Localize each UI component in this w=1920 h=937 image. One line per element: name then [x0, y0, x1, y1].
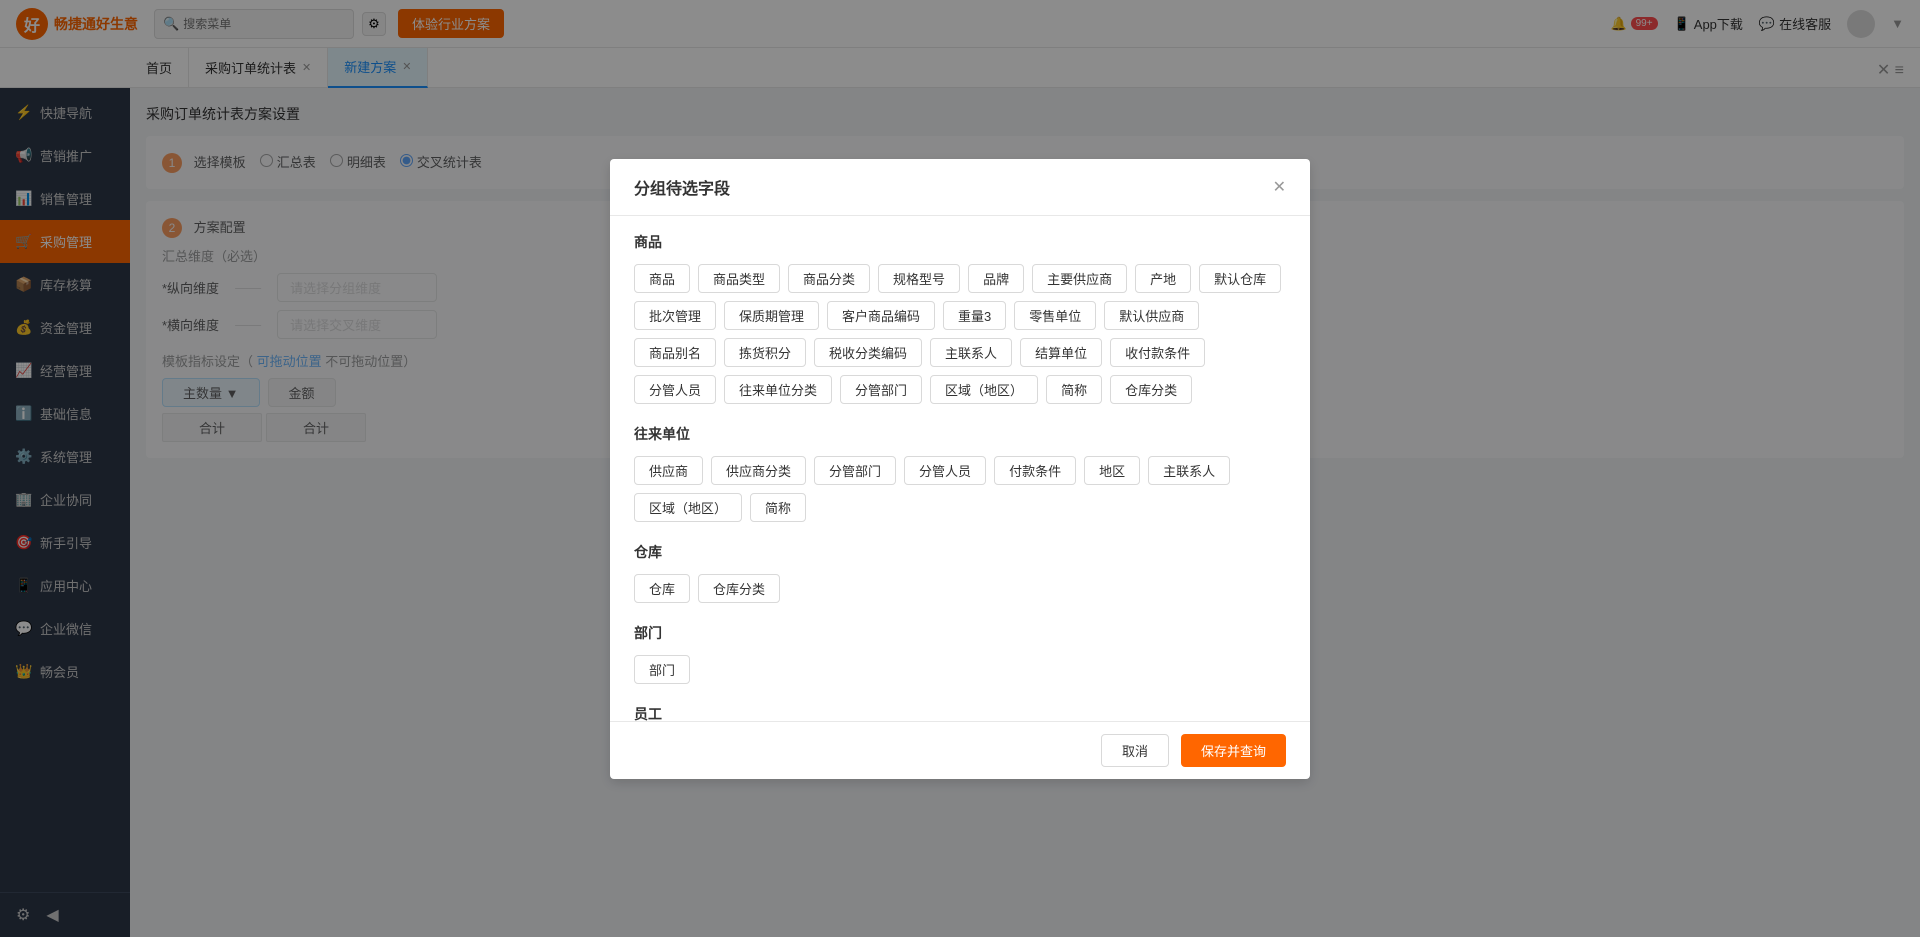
section-title-employee: 员工 [634, 704, 1286, 721]
field-tag-product-10[interactable]: 客户商品编码 [827, 301, 935, 330]
field-tags-product: 商品商品类型商品分类规格型号品牌主要供应商产地默认仓库批次管理保质期管理客户商品… [634, 264, 1286, 404]
field-tag-product-21[interactable]: 往来单位分类 [724, 375, 832, 404]
dialog-close-btn[interactable]: ✕ [1273, 177, 1286, 197]
field-tag-product-3[interactable]: 规格型号 [878, 264, 960, 293]
field-tag-product-20[interactable]: 分管人员 [634, 375, 716, 404]
field-tag-warehouse-0[interactable]: 仓库 [634, 574, 690, 603]
field-tag-product-8[interactable]: 批次管理 [634, 301, 716, 330]
section-title-warehouse: 仓库 [634, 542, 1286, 562]
field-tag-product-14[interactable]: 商品别名 [634, 338, 716, 367]
dialog-header: 分组待选字段 ✕ [610, 159, 1310, 216]
section-title-department: 部门 [634, 623, 1286, 643]
field-tag-product-15[interactable]: 拣货积分 [724, 338, 806, 367]
field-tag-partner-2[interactable]: 分管部门 [814, 456, 896, 485]
field-tags-warehouse: 仓库仓库分类 [634, 574, 1286, 603]
field-tag-partner-3[interactable]: 分管人员 [904, 456, 986, 485]
section-employee: 员工业务员 [634, 704, 1286, 721]
dialog-title: 分组待选字段 [634, 175, 730, 199]
section-title-product: 商品 [634, 232, 1286, 252]
dialog-body: 商品商品商品类型商品分类规格型号品牌主要供应商产地默认仓库批次管理保质期管理客户… [610, 216, 1310, 721]
field-tag-partner-7[interactable]: 区域（地区） [634, 493, 742, 522]
field-tag-product-22[interactable]: 分管部门 [840, 375, 922, 404]
section-partner: 往来单位供应商供应商分类分管部门分管人员付款条件地区主联系人区域（地区） 简称 [634, 424, 1286, 522]
section-product: 商品商品商品类型商品分类规格型号品牌主要供应商产地默认仓库批次管理保质期管理客户… [634, 232, 1286, 404]
field-tag-partner-6[interactable]: 主联系人 [1148, 456, 1230, 485]
field-tag-product-23[interactable]: 区域（地区） [930, 375, 1038, 404]
field-tag-product-7[interactable]: 默认仓库 [1199, 264, 1281, 293]
field-tag-product-17[interactable]: 主联系人 [930, 338, 1012, 367]
field-tag-partner-1[interactable]: 供应商分类 [711, 456, 806, 485]
section-warehouse: 仓库仓库仓库分类 [634, 542, 1286, 603]
overlay: 分组待选字段 ✕ 商品商品商品类型商品分类规格型号品牌主要供应商产地默认仓库批次… [0, 0, 1920, 937]
field-tag-product-5[interactable]: 主要供应商 [1032, 264, 1127, 293]
field-tag-product-16[interactable]: 税收分类编码 [814, 338, 922, 367]
field-tag-product-13[interactable]: 默认供应商 [1104, 301, 1199, 330]
field-tags-department: 部门 [634, 655, 1286, 684]
confirm-button[interactable]: 保存并查询 [1181, 734, 1286, 767]
field-tag-product-19[interactable]: 收付款条件 [1110, 338, 1205, 367]
field-tag-product-24[interactable]: 简称 [1046, 375, 1102, 404]
field-tag-product-25[interactable]: 仓库分类 [1110, 375, 1192, 404]
field-tag-product-0[interactable]: 商品 [634, 264, 690, 293]
field-tag-product-6[interactable]: 产地 [1135, 264, 1191, 293]
field-tags-partner: 供应商供应商分类分管部门分管人员付款条件地区主联系人区域（地区） 简称 [634, 456, 1286, 522]
cancel-button[interactable]: 取消 [1101, 734, 1169, 767]
field-tag-product-18[interactable]: 结算单位 [1020, 338, 1102, 367]
field-tag-product-1[interactable]: 商品类型 [698, 264, 780, 293]
field-tag-product-12[interactable]: 零售单位 [1014, 301, 1096, 330]
field-tag-partner-4[interactable]: 付款条件 [994, 456, 1076, 485]
field-tag-department-0[interactable]: 部门 [634, 655, 690, 684]
field-tag-product-11[interactable]: 重量3 [943, 301, 1006, 330]
dialog-footer: 取消 保存并查询 [610, 721, 1310, 779]
field-tag-product-4[interactable]: 品牌 [968, 264, 1024, 293]
section-title-partner: 往来单位 [634, 424, 1286, 444]
section-department: 部门部门 [634, 623, 1286, 684]
field-tag-warehouse-1[interactable]: 仓库分类 [698, 574, 780, 603]
field-tag-partner-8[interactable]: 简称 [750, 493, 806, 522]
field-tag-partner-0[interactable]: 供应商 [634, 456, 703, 485]
field-tag-partner-5[interactable]: 地区 [1084, 456, 1140, 485]
field-tag-product-2[interactable]: 商品分类 [788, 264, 870, 293]
field-tag-product-9[interactable]: 保质期管理 [724, 301, 819, 330]
dialog: 分组待选字段 ✕ 商品商品商品类型商品分类规格型号品牌主要供应商产地默认仓库批次… [610, 159, 1310, 779]
